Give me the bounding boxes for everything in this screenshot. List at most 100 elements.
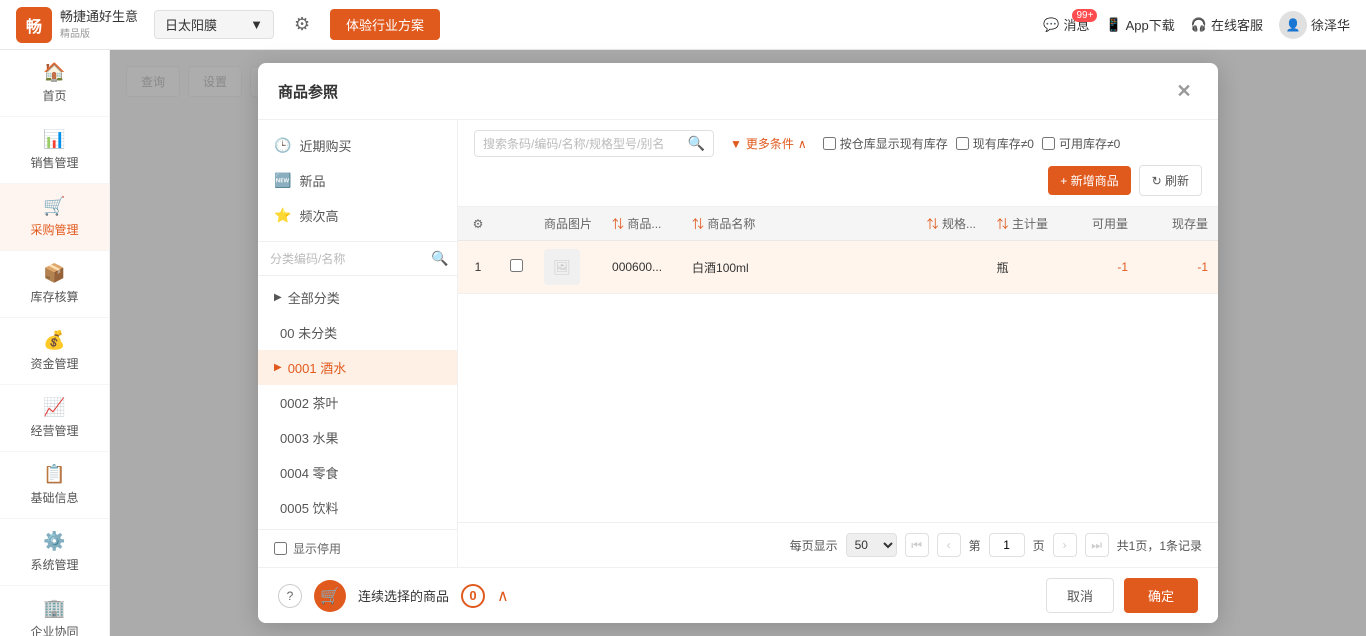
headset-icon: 🎧 [1191,17,1207,33]
enterprise-icon: 🏢 [43,598,65,619]
filter-more-button[interactable]: ▼ 更多条件 ∧ [722,131,815,156]
th-stock: 现存量 [1138,207,1218,241]
category-item-0004[interactable]: 0004 零食 [258,455,457,490]
show-disabled-toggle[interactable]: 显示停用 [258,529,457,567]
page-next-button[interactable]: › [1053,533,1077,557]
dialog-title: 商品参照 [278,81,338,102]
left-panel-tabs: 🕒 近期购买 🆕 新品 ⭐ 频次高 [258,120,457,242]
sidebar-item-finance[interactable]: 💰 资金管理 [0,318,109,385]
sidebar-label-finance: 资金管理 [30,355,78,372]
system-icon: ⚙️ [43,531,65,552]
sidebar-item-inventory[interactable]: 📦 库存核算 [0,251,109,318]
nav-selector[interactable]: 日太阳膜 ▼ [154,10,274,39]
cart-icon[interactable]: 🛒 [314,580,346,612]
toolbar-right: + 新增商品 ↻ 刷新 [1048,165,1202,196]
arrow-icon-0001: ▶ [274,362,282,373]
category-item-00[interactable]: 00 未分类 [258,315,457,350]
sidebar-label-enterprise: 企业协同 [30,623,78,636]
logo-subtitle: 精品版 [60,25,138,40]
category-search-icon[interactable]: 🔍 [431,250,448,267]
category-item-0005[interactable]: 0005 饮料 [258,490,457,525]
nav-user[interactable]: 👤 徐泽华 [1279,11,1350,39]
cell-img: 🖼 [534,241,602,294]
nav-app-download[interactable]: 📱 App下载 [1105,15,1174,34]
tab-frequent[interactable]: ⭐ 频次高 [258,198,457,233]
th-image: 商品图片 [534,207,602,241]
page-prev-button[interactable]: ‹ [937,533,961,557]
nav-online-service[interactable]: 🎧 在线客服 [1191,15,1263,34]
arrow-icon-all: ▶ [274,292,282,303]
page-size-select[interactable]: 10 20 50 100 [846,533,897,557]
sidebar-item-system[interactable]: ⚙️ 系统管理 [0,519,109,586]
category-item-0003[interactable]: 0003 水果 [258,420,457,455]
row-checkbox[interactable] [510,259,523,272]
collapse-arrow-icon[interactable]: ∧ [497,586,509,606]
sidebar-item-operation[interactable]: 📈 经营管理 [0,385,109,452]
cell-code: 000600... [602,241,682,294]
cell-name: 白酒100ml [682,241,917,294]
help-icon[interactable]: ? [278,584,302,608]
cancel-button[interactable]: 取消 [1046,578,1114,613]
sidebar: 🏠 首页 📊 销售管理 🛒 采购管理 📦 库存核算 💰 资金管理 📈 经营管理 … [0,50,110,636]
check-show-stock[interactable] [823,137,836,150]
dialog-close-button[interactable]: ✕ [1170,77,1198,105]
th-name[interactable]: ⇅ 商品名称 [682,207,917,241]
th-avail: 可用量 [1058,207,1138,241]
page-label: 第 [969,537,981,554]
cell-check[interactable] [498,241,534,294]
product-search-input[interactable] [483,137,688,151]
sort-icon-unit: ⇅ [997,217,1009,231]
logo-area: 畅 畅捷通好生意 精品版 [16,7,138,43]
experience-button[interactable]: 体验行业方案 [330,9,440,40]
th-spec[interactable]: ⇅ 规格... [917,207,987,241]
tab-new-products[interactable]: 🆕 新品 [258,163,457,198]
add-product-button[interactable]: + 新增商品 [1048,166,1130,195]
sidebar-item-purchase[interactable]: 🛒 采购管理 [0,184,109,251]
confirm-button[interactable]: 确定 [1124,578,1198,613]
table-row[interactable]: 1 🖼 00 [458,241,1218,294]
cell-avail: -1 [1058,241,1138,294]
nav-messages[interactable]: 💬 消息 99+ [1043,15,1089,34]
refresh-button[interactable]: ↻ 刷新 [1139,165,1202,196]
category-item-0001[interactable]: ▶ 0001 酒水 [258,350,457,385]
dialog-header: 商品参照 ✕ [258,63,1218,120]
sidebar-item-enterprise[interactable]: 🏢 企业协同 [0,586,109,636]
sidebar-label-system: 系统管理 [30,556,78,573]
page-first-button[interactable]: ⏮ [905,533,929,557]
dialog-footer: ? 🛒 连续选择的商品 0 ∧ 取消 确定 [258,567,1218,623]
sidebar-item-base[interactable]: 📋 基础信息 [0,452,109,519]
cell-spec [917,241,987,294]
category-search-input[interactable] [270,252,425,266]
top-nav: 畅 畅捷通好生意 精品版 日太阳膜 ▼ ⚙ 体验行业方案 💬 消息 99+ 📱 … [0,0,1366,50]
logo-icon: 畅 [16,7,52,43]
product-search-box: 🔍 [474,130,714,157]
show-disabled-checkbox[interactable] [274,542,287,555]
cell-stock: -1 [1138,241,1218,294]
settings-icon[interactable]: ⚙ [286,9,318,41]
check-existing-stock[interactable] [956,137,969,150]
sidebar-label-sales: 销售管理 [30,154,78,171]
checkbox-existing-stock: 现有库存≠0 [956,135,1034,152]
page-input[interactable] [989,533,1025,557]
new-icon: 🆕 [274,172,291,189]
dialog-body: 🕒 近期购买 🆕 新品 ⭐ 频次高 [258,120,1218,567]
category-item-all[interactable]: ▶ 全部分类 [258,280,457,315]
product-table-container: ⚙ 商品图片 ⇅ 商品... [458,207,1218,522]
main-layout: 🏠 首页 📊 销售管理 🛒 采购管理 📦 库存核算 💰 资金管理 📈 经营管理 … [0,50,1366,636]
tab-recent-purchase[interactable]: 🕒 近期购买 [258,128,457,163]
check-usable-stock[interactable] [1042,137,1055,150]
product-search-icon[interactable]: 🔍 [688,135,705,152]
product-thumbnail: 🖼 [544,249,580,285]
category-item-0002[interactable]: 0002 茶叶 [258,385,457,420]
th-settings[interactable]: ⚙ [458,207,498,241]
th-unit[interactable]: ⇅ 主计量 [987,207,1058,241]
product-reference-dialog: 商品参照 ✕ 🕒 近期购买 🆕 [258,63,1218,623]
th-check [498,207,534,241]
sidebar-item-home[interactable]: 🏠 首页 [0,50,109,117]
th-code[interactable]: ⇅ 商品... [602,207,682,241]
sidebar-item-sales[interactable]: 📊 销售管理 [0,117,109,184]
page-last-button[interactable]: ⏭ [1085,533,1109,557]
finance-icon: 💰 [43,330,65,351]
star-icon: ⭐ [274,207,291,224]
total-info: 共1页，1条记录 [1117,537,1202,554]
